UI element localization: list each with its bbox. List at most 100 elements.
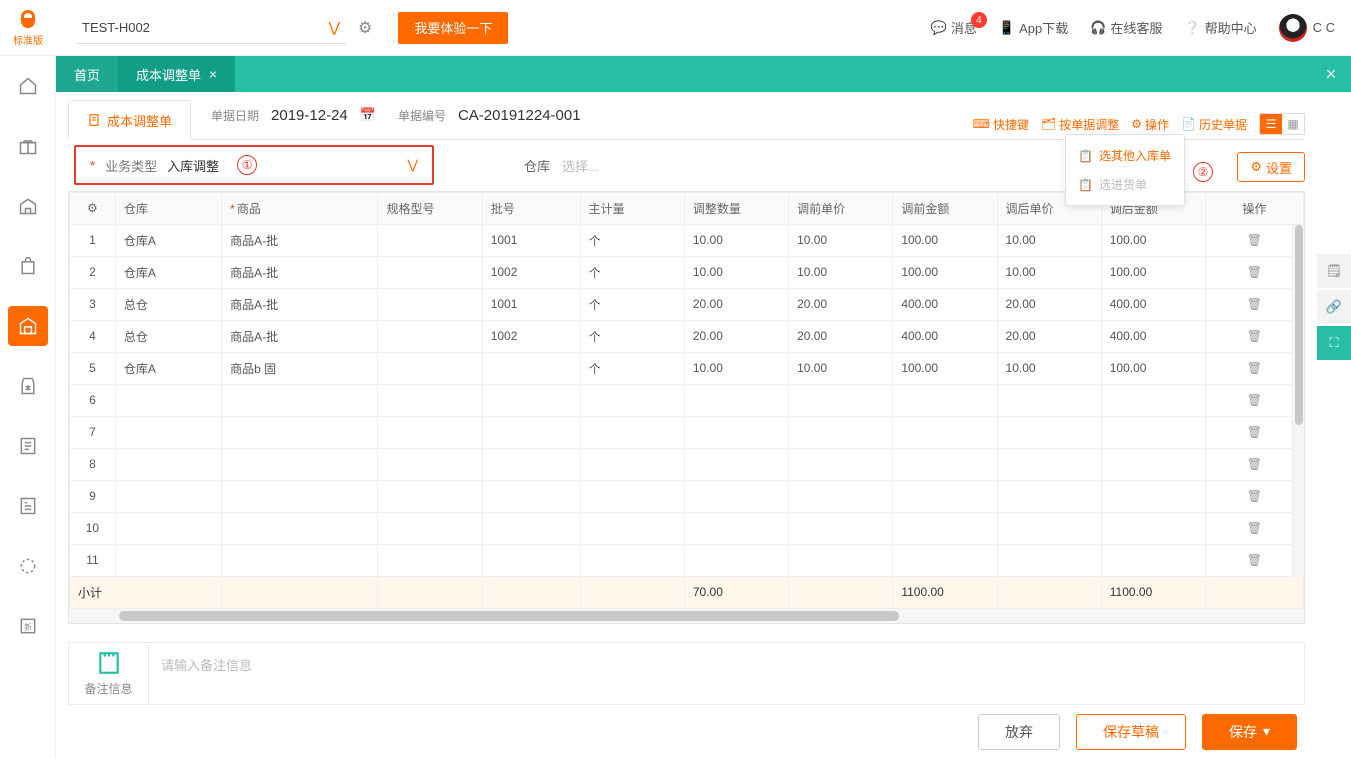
- nav-circle[interactable]: [8, 546, 48, 586]
- note-icon: [96, 650, 122, 676]
- action-shortcut[interactable]: ⌨ 快捷键: [973, 116, 1029, 133]
- chevron-down-icon: ▾: [1263, 723, 1270, 740]
- close-all-tabs[interactable]: ×: [1311, 56, 1351, 92]
- table-row[interactable]: 4总仓商品A-批1002个20.0020.00400.0020.00400.00…: [70, 320, 1304, 352]
- table-row[interactable]: 8🗑: [70, 448, 1304, 480]
- doc-tab[interactable]: 成本调整单: [68, 100, 191, 140]
- nav-report[interactable]: [8, 426, 48, 466]
- table-row[interactable]: 6🗑: [70, 384, 1304, 416]
- username: C C: [1313, 20, 1335, 35]
- remark-input[interactable]: [149, 643, 1304, 704]
- nav-home[interactable]: [8, 66, 48, 106]
- gear-icon[interactable]: ⚙: [358, 18, 372, 38]
- col-warehouse[interactable]: 仓库: [115, 192, 221, 224]
- table-row[interactable]: 10🗑: [70, 512, 1304, 544]
- trial-button[interactable]: 我要体验一下: [398, 12, 508, 44]
- delete-icon[interactable]: 🗑: [1247, 521, 1262, 535]
- delete-icon[interactable]: 🗑: [1247, 361, 1262, 375]
- business-type-select[interactable]: * 业务类型 入库调整 ① ⋁: [74, 145, 434, 185]
- delete-icon[interactable]: 🗑: [1247, 553, 1262, 567]
- doc-date-value[interactable]: 2019-12-24: [271, 107, 348, 124]
- nav-gift[interactable]: [8, 126, 48, 166]
- col-qty[interactable]: 调整数量: [684, 192, 788, 224]
- nav-bill[interactable]: [8, 486, 48, 526]
- bill-source-dropdown: 📋 选其他入库单 📋 选进货单: [1065, 134, 1185, 206]
- phone-icon: 📱: [999, 20, 1015, 36]
- col-batch[interactable]: 批号: [482, 192, 580, 224]
- doc-no-label: 单据编号: [398, 107, 446, 124]
- messages-badge: 4: [971, 12, 987, 28]
- action-history[interactable]: 📄 历史单据: [1181, 116, 1247, 133]
- table-row[interactable]: 2仓库A商品A-批1002个10.0010.00100.0010.00100.0…: [70, 256, 1304, 288]
- delete-icon[interactable]: 🗑: [1247, 425, 1262, 439]
- page-tabs: 首页 成本调整单 × ×: [56, 56, 1351, 92]
- tab-cost-adjust[interactable]: 成本调整单 ×: [118, 56, 235, 92]
- delete-icon[interactable]: 🗑: [1247, 329, 1262, 343]
- tab-home[interactable]: 首页: [56, 56, 118, 92]
- close-icon[interactable]: ×: [209, 66, 217, 82]
- main-panel: 成本调整单 单据日期 2019-12-24 📅 单据编号 CA-20191224…: [56, 92, 1317, 759]
- right-rail: 🗒 🔗 ⛶: [1317, 254, 1351, 360]
- rail-note-icon[interactable]: 🗒: [1317, 254, 1351, 288]
- view-grid-icon[interactable]: ▦: [1282, 114, 1304, 134]
- table-row[interactable]: 1仓库A商品A-批1001个10.0010.00100.0010.00100.0…: [70, 224, 1304, 256]
- table-row[interactable]: 9🗑: [70, 480, 1304, 512]
- app-download-link[interactable]: 📱 App下载: [999, 18, 1068, 37]
- doc-icon: [87, 113, 101, 127]
- chevron-down-icon: ⋁: [407, 157, 418, 173]
- online-cs-link[interactable]: 🎧 在线客服: [1090, 18, 1162, 37]
- nav-finance[interactable]: [8, 366, 48, 406]
- opt-purchase[interactable]: 📋 选进货单: [1066, 170, 1184, 199]
- subtotal-row: 小计 70.00 1100.00 1100.00: [70, 576, 1304, 608]
- col-pre-price[interactable]: 调前单价: [789, 192, 893, 224]
- col-gear[interactable]: ⚙: [70, 192, 116, 224]
- settings-button[interactable]: ⚙ 设置: [1237, 152, 1305, 182]
- help-link[interactable]: ❔ 帮助中心: [1184, 18, 1256, 37]
- col-product[interactable]: *商品: [222, 192, 378, 224]
- save-draft-button[interactable]: 保存草稿: [1076, 714, 1186, 750]
- nav-inventory[interactable]: [8, 306, 48, 346]
- horizontal-scrollbar[interactable]: [69, 609, 1304, 623]
- left-sidebar: 新: [0, 56, 56, 759]
- col-pre-amt[interactable]: 调前金额: [893, 192, 997, 224]
- col-unit[interactable]: 主计量: [580, 192, 684, 224]
- nav-bag[interactable]: [8, 246, 48, 286]
- avatar: [1279, 14, 1307, 42]
- chevron-down-icon: ⋁: [329, 19, 340, 36]
- table-row[interactable]: 7🗑: [70, 416, 1304, 448]
- delete-icon[interactable]: 🗑: [1247, 393, 1262, 407]
- delete-icon[interactable]: 🗑: [1247, 457, 1262, 471]
- messages-link[interactable]: 💬 消息 4: [931, 18, 977, 37]
- table-row[interactable]: 5仓库A商品b 固个10.0010.00100.0010.00100.00🗑: [70, 352, 1304, 384]
- delete-icon[interactable]: 🗑: [1247, 489, 1262, 503]
- delete-icon[interactable]: 🗑: [1247, 265, 1262, 279]
- user-menu[interactable]: C C: [1279, 14, 1335, 42]
- delete-icon[interactable]: 🗑: [1247, 297, 1262, 311]
- rail-link-icon[interactable]: 🔗: [1317, 290, 1351, 324]
- action-by-bill[interactable]: 🗂 按单据调整: [1041, 116, 1119, 133]
- svg-text:新: 新: [24, 621, 32, 631]
- col-spec[interactable]: 规格型号: [378, 192, 482, 224]
- data-table: ⚙ 仓库 *商品 规格型号 批号 主计量 调整数量 调前单价 调前金额 调后单价…: [68, 191, 1305, 624]
- table-row[interactable]: 3总仓商品A-批1001个20.0020.00400.0020.00400.00…: [70, 288, 1304, 320]
- save-button[interactable]: 保存 ▾: [1202, 714, 1297, 750]
- discard-button[interactable]: 放弃: [978, 714, 1060, 750]
- top-header: 标准版 TEST-H002 ⋁ ⚙ 我要体验一下 💬 消息 4 📱 App下载 …: [0, 0, 1351, 56]
- vertical-scrollbar[interactable]: [1292, 225, 1304, 577]
- headset-icon: 🎧: [1090, 20, 1106, 36]
- opt-other-inbound[interactable]: 📋 选其他入库单: [1066, 141, 1184, 170]
- view-list-icon[interactable]: ☰: [1260, 114, 1282, 134]
- nav-new[interactable]: 新: [8, 606, 48, 646]
- company-select[interactable]: TEST-H002 ⋁: [76, 12, 346, 44]
- nav-warehouse[interactable]: [8, 186, 48, 226]
- doc-date-label: 单据日期: [211, 107, 259, 124]
- gear-icon: ⚙: [87, 201, 98, 215]
- table-row[interactable]: 11🗑: [70, 544, 1304, 576]
- view-toggle: ☰ ▦: [1259, 113, 1305, 135]
- help-icon: ❔: [1184, 20, 1200, 36]
- calendar-icon[interactable]: 📅: [360, 107, 376, 123]
- rail-expand-icon[interactable]: ⛶: [1317, 326, 1351, 360]
- warehouse-select[interactable]: 仓库 选择...: [524, 156, 599, 175]
- delete-icon[interactable]: 🗑: [1247, 233, 1262, 247]
- action-ops[interactable]: ⚙ 操作: [1131, 116, 1169, 133]
